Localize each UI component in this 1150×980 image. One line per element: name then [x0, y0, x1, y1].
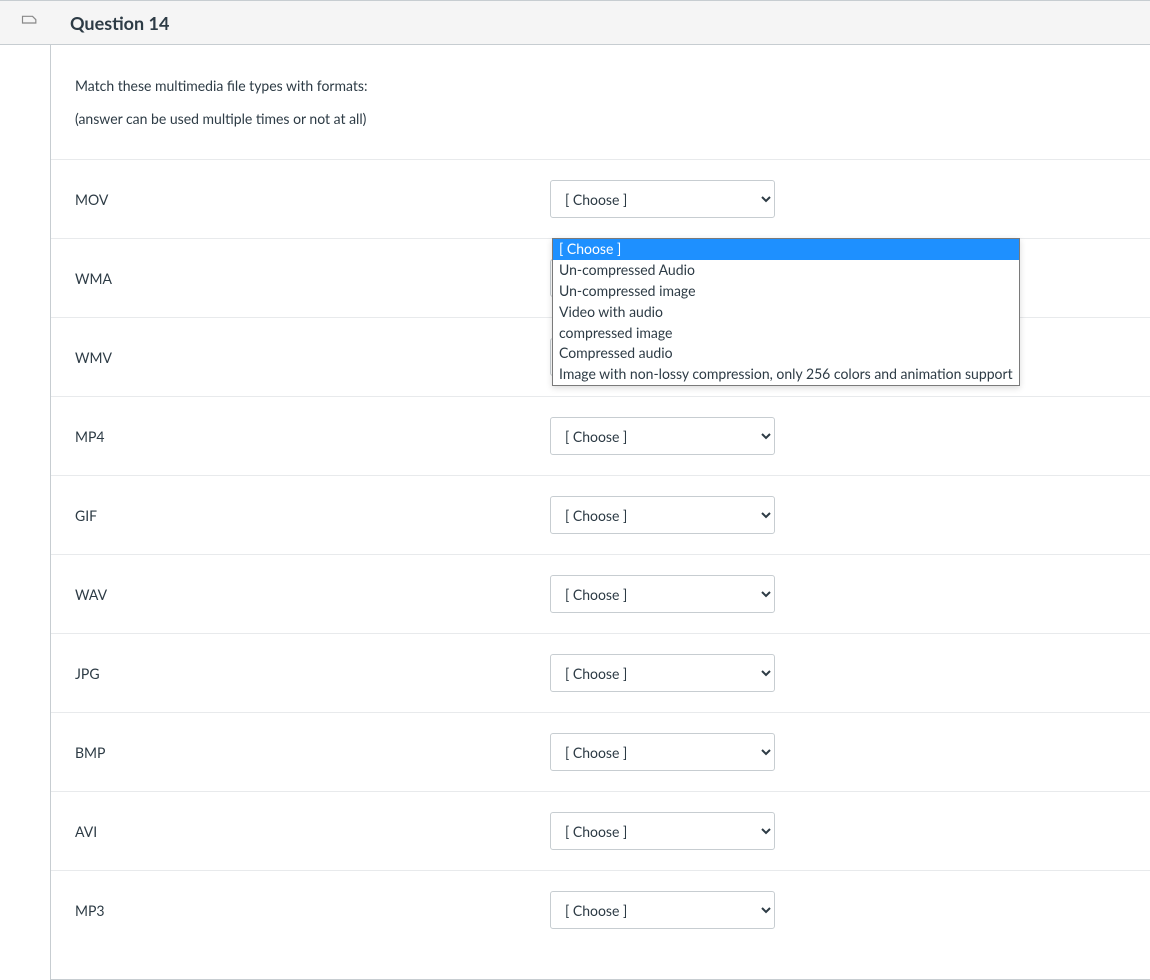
match-label-wma: WMA — [75, 270, 550, 287]
match-label-wav: WAV — [75, 586, 550, 603]
dropdown-option-compressed-image[interactable]: compressed image — [553, 323, 1019, 344]
prompt-line-1: Match these multimedia file types with f… — [75, 75, 1126, 96]
match-label-jpg: JPG — [75, 665, 550, 682]
match-row-mov: MOV [ Choose ] — [51, 159, 1150, 238]
match-row-gif: GIF [ Choose ] — [51, 475, 1150, 554]
match-label-gif: GIF — [75, 507, 550, 524]
match-row-mp4: MP4 [ Choose ] — [51, 396, 1150, 475]
match-row-mp3: MP3 [ Choose ] — [51, 870, 1150, 949]
match-select-mp4[interactable]: [ Choose ] — [550, 417, 775, 455]
match-label-mov: MOV — [75, 191, 550, 208]
match-label-bmp: BMP — [75, 744, 550, 761]
dropdown-option-compressed-audio[interactable]: Compressed audio — [553, 343, 1019, 364]
dropdown-option-image-nonlossy-256-animation[interactable]: Image with non-lossy compression, only 2… — [553, 364, 1019, 385]
match-select-mp3[interactable]: [ Choose ] — [550, 891, 775, 929]
dropdown-option-uncompressed-image[interactable]: Un-compressed image — [553, 281, 1019, 302]
dropdown-option-video-with-audio[interactable]: Video with audio — [553, 302, 1019, 323]
match-select-avi[interactable]: [ Choose ] — [550, 812, 775, 850]
question-title: Question 14 — [70, 12, 169, 34]
match-select-jpg[interactable]: [ Choose ] — [550, 654, 775, 692]
match-label-mp4: MP4 — [75, 428, 550, 445]
bookmark-outline-icon[interactable] — [20, 13, 40, 36]
match-label-mp3: MP3 — [75, 902, 550, 919]
match-select-bmp[interactable]: [ Choose ] — [550, 733, 775, 771]
dropdown-option-choose[interactable]: [ Choose ] — [553, 239, 1019, 260]
dropdown-option-uncompressed-audio[interactable]: Un-compressed Audio — [553, 260, 1019, 281]
question-prompt: Match these multimedia file types with f… — [51, 75, 1150, 129]
match-row-avi: AVI [ Choose ] — [51, 791, 1150, 870]
match-row-wav: WAV [ Choose ] — [51, 554, 1150, 633]
question-body: Match these multimedia file types with f… — [50, 45, 1150, 980]
match-row-bmp: BMP [ Choose ] — [51, 712, 1150, 791]
prompt-line-2: (answer can be used multiple times or no… — [75, 108, 1126, 129]
match-row-jpg: JPG [ Choose ] — [51, 633, 1150, 712]
dropdown-panel-mov[interactable]: [ Choose ] Un-compressed Audio Un-compre… — [552, 238, 1020, 386]
match-label-avi: AVI — [75, 823, 550, 840]
match-select-gif[interactable]: [ Choose ] — [550, 496, 775, 534]
match-select-wav[interactable]: [ Choose ] — [550, 575, 775, 613]
match-label-wmv: WMV — [75, 349, 550, 366]
match-select-mov[interactable]: [ Choose ] — [550, 180, 775, 218]
question-header: Question 14 — [0, 0, 1150, 45]
